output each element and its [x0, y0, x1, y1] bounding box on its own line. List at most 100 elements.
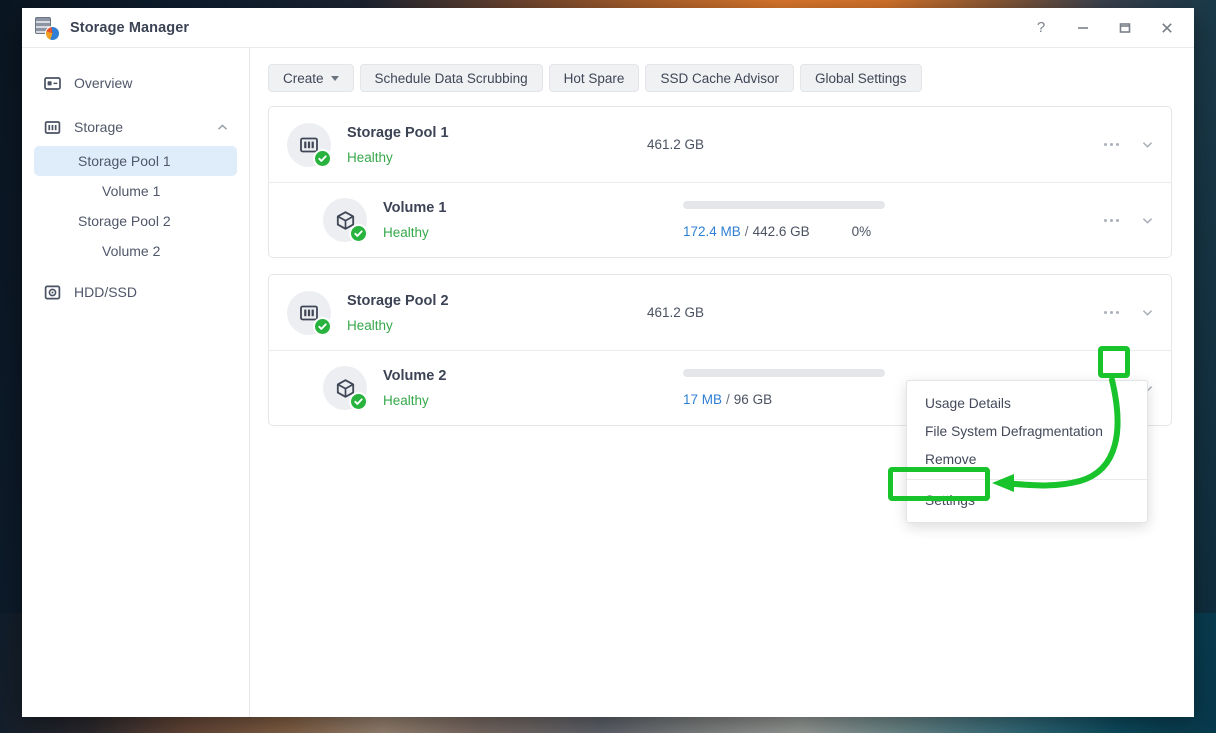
volume-1-total: 442.6 GB [752, 224, 810, 239]
storage-pool-1-more-options-button[interactable] [1098, 133, 1124, 157]
sidebar-item-storage[interactable]: Storage [34, 110, 237, 144]
volume-1-usage-text: 172.4 MB / 442.6 GB 0% [683, 224, 1098, 239]
volume-2-separator: / [726, 392, 730, 407]
toolbar: Create Schedule Data Scrubbing Hot Spare… [268, 64, 1172, 92]
sidebar-item-volume-2[interactable]: Volume 2 [34, 236, 237, 266]
desktop-background: Storage Manager ? Overview Storage Stora… [0, 0, 1216, 733]
volume-1-info: Volume 1 Healthy [383, 200, 683, 240]
hot-spare-label: Hot Spare [563, 70, 625, 86]
close-button[interactable] [1146, 11, 1188, 45]
volume-1-status: Healthy [383, 225, 429, 240]
chevron-up-icon[interactable] [216, 121, 229, 134]
sidebar-item-label: Overview [74, 75, 133, 91]
volume-2-info: Volume 2 Healthy [383, 368, 683, 408]
schedule-data-scrubbing-label: Schedule Data Scrubbing [374, 70, 528, 86]
storage-pool-2-status: Healthy [347, 317, 393, 333]
volume-2-usage-bar [683, 369, 885, 377]
overview-icon [42, 73, 62, 93]
create-button-label: Create [283, 70, 324, 86]
global-settings-label: Global Settings [815, 70, 907, 86]
sidebar-item-label: Volume 2 [102, 243, 161, 259]
volume-2-total: 96 GB [733, 392, 773, 407]
volume-2-status: Healthy [383, 393, 429, 408]
storage-pool-1-expand-button[interactable] [1140, 137, 1155, 152]
volume-2-context-menu: Usage Details File System Defragmentatio… [906, 380, 1148, 523]
sidebar-item-label: Storage Pool 1 [78, 153, 171, 169]
storage-pool-1-actions [1098, 133, 1155, 157]
volume-2-name: Volume 2 [383, 368, 447, 384]
storage-pool-1-status: Healthy [347, 149, 393, 165]
volume-1-name: Volume 1 [383, 200, 447, 216]
sidebar-item-label: HDD/SSD [74, 284, 138, 300]
schedule-data-scrubbing-button[interactable]: Schedule Data Scrubbing [359, 64, 543, 92]
sidebar-item-storage-pool-1[interactable]: Storage Pool 1 [34, 146, 237, 176]
storage-pool-2-actions [1098, 301, 1155, 325]
volume-1-used: 172.4 MB [683, 224, 741, 239]
window-controls: ? [1020, 11, 1188, 45]
ssd-cache-advisor-label: SSD Cache Advisor [660, 70, 779, 86]
storage-pool-1-name: Storage Pool 1 [347, 124, 449, 141]
help-button[interactable]: ? [1020, 11, 1062, 45]
highlight-box-more-options [1098, 346, 1130, 378]
create-button[interactable]: Create [268, 64, 354, 92]
storage-pool-1-capacity-value: 461.2 GB [647, 137, 705, 152]
ssd-cache-advisor-button[interactable]: SSD Cache Advisor [645, 64, 794, 92]
volume-1-more-options-button[interactable] [1098, 208, 1124, 232]
volume-1-separator: / [744, 224, 749, 239]
maximize-button[interactable] [1104, 11, 1146, 45]
sidebar-item-label: Volume 1 [102, 183, 161, 199]
global-settings-button[interactable]: Global Settings [800, 64, 922, 92]
storage-manager-window: Storage Manager ? Overview Storage Stora… [22, 8, 1194, 717]
storage-pool-2-row[interactable]: Storage Pool 2 Healthy 461.2 GB [269, 275, 1171, 350]
volume-icon [323, 198, 368, 243]
healthy-check-icon [349, 392, 368, 411]
sidebar-item-label: Storage Pool 2 [78, 213, 171, 229]
sidebar-item-label: Storage [74, 119, 124, 135]
window-title: Storage Manager [70, 19, 190, 36]
sidebar-item-overview[interactable]: Overview [34, 66, 237, 100]
volume-1-usage-bar [683, 201, 885, 209]
context-menu-item-label: Remove [925, 451, 977, 467]
hdd-ssd-icon [42, 282, 62, 302]
sidebar: Overview Storage Storage Pool 1 Volume 1… [22, 48, 250, 717]
storage-pool-2-capacity: 461.2 GB [647, 305, 1098, 320]
volume-1-usage: 172.4 MB / 442.6 GB 0% [683, 201, 1098, 239]
storage-pool-2-expand-button[interactable] [1140, 305, 1155, 320]
storage-pool-1-card: Storage Pool 1 Healthy 461.2 GB Volume 1… [268, 106, 1172, 258]
storage-pool-icon [287, 122, 332, 168]
context-menu-item-label: File System Defragmentation [925, 423, 1103, 439]
storage-pool-2-more-options-button[interactable] [1098, 301, 1124, 325]
healthy-check-icon [313, 316, 332, 336]
sidebar-item-hdd-ssd[interactable]: HDD/SSD [34, 275, 237, 309]
volume-1-percent: 0% [851, 224, 872, 239]
sidebar-item-volume-1[interactable]: Volume 1 [34, 176, 237, 206]
storage-manager-icon [34, 15, 60, 41]
context-menu-item-file-system-defragmentation[interactable]: File System Defragmentation [907, 417, 1147, 445]
pie-chart-shape [45, 25, 60, 41]
healthy-check-icon [349, 224, 368, 243]
storage-pool-1-row[interactable]: Storage Pool 1 Healthy 461.2 GB [269, 107, 1171, 182]
caret-down-icon [330, 75, 339, 81]
volume-2-used: 17 MB [683, 392, 723, 407]
maximize-icon [1119, 22, 1131, 33]
volume-1-expand-button[interactable] [1140, 213, 1155, 228]
help-icon: ? [1036, 19, 1046, 36]
storage-pool-1-capacity: 461.2 GB [647, 137, 1098, 152]
storage-pool-2-info: Storage Pool 2 Healthy [347, 293, 647, 333]
context-menu-item-usage-details[interactable]: Usage Details [907, 389, 1147, 417]
close-icon [1162, 22, 1172, 33]
volume-1-row[interactable]: Volume 1 Healthy 172.4 MB / 442.6 GB 0% [269, 182, 1171, 257]
context-menu-item-label: Usage Details [925, 395, 1011, 411]
volume-icon [323, 366, 368, 411]
minimize-icon [1078, 26, 1088, 29]
storage-pool-icon [287, 290, 332, 336]
storage-pool-1-info: Storage Pool 1 Healthy [347, 125, 647, 165]
sidebar-item-storage-pool-2[interactable]: Storage Pool 2 [34, 206, 237, 236]
storage-pool-2-capacity-value: 461.2 GB [647, 305, 705, 320]
minimize-button[interactable] [1062, 11, 1104, 45]
healthy-check-icon [313, 148, 332, 168]
storage-icon [42, 117, 62, 137]
volume-1-actions [1098, 208, 1155, 232]
hot-spare-button[interactable]: Hot Spare [548, 64, 640, 92]
window-titlebar: Storage Manager ? [22, 8, 1194, 48]
